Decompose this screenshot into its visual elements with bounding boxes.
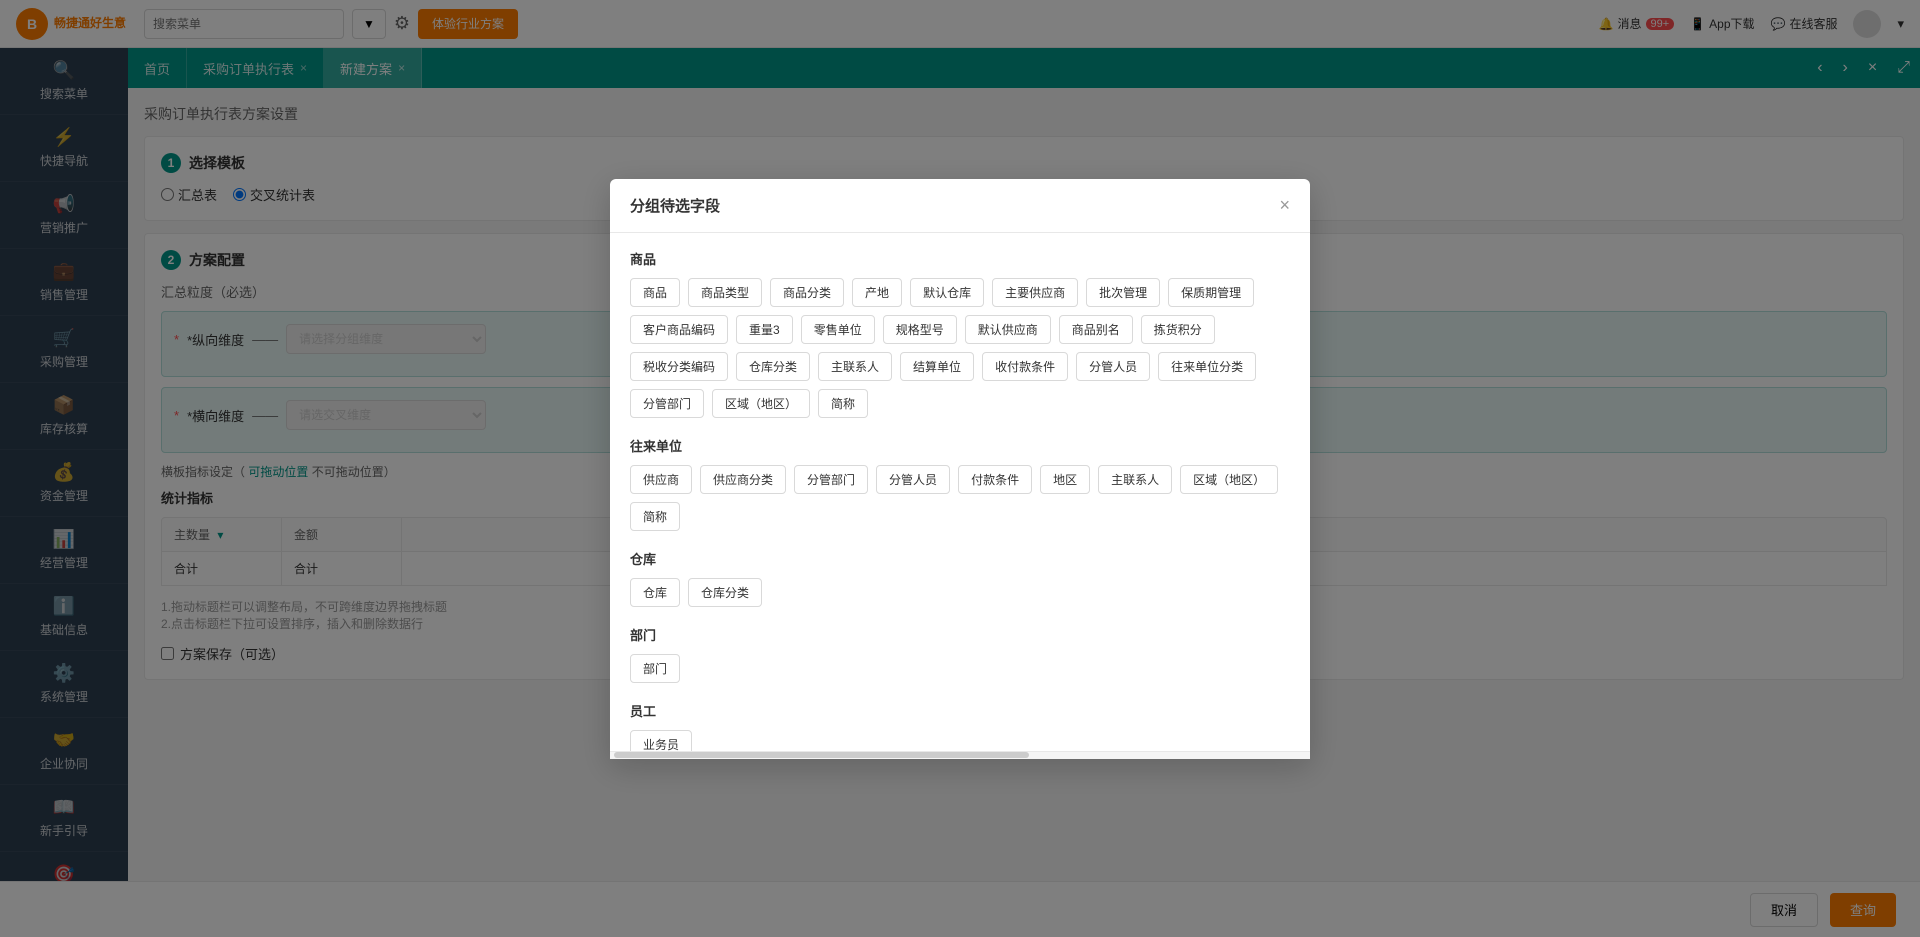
section-dept-title: 部门 (630, 625, 1290, 644)
field-tag-settlement-unit[interactable]: 结算单位 (900, 352, 974, 381)
field-tag-spec-model[interactable]: 规格型号 (883, 315, 957, 344)
field-tag-product-type[interactable]: 商品类型 (688, 278, 762, 307)
field-tag-batch-mgmt[interactable]: 批次管理 (1086, 278, 1160, 307)
section-product: 商品 商品 商品类型 商品分类 产地 默认仓库 主要供应商 批次管理 保质期管理… (630, 249, 1290, 418)
section-warehouse-title: 仓库 (630, 549, 1290, 568)
product-tags: 商品 商品类型 商品分类 产地 默认仓库 主要供应商 批次管理 保质期管理 客户… (630, 278, 1290, 418)
field-tag-warehouse-cat[interactable]: 仓库分类 (688, 578, 762, 607)
field-tag-main-supplier[interactable]: 主要供应商 (992, 278, 1078, 307)
modal: 分组待选字段 × 商品 商品 商品类型 商品分类 产地 默认仓库 主要供应商 批… (610, 179, 1310, 759)
field-tag-product[interactable]: 商品 (630, 278, 680, 307)
dept-tags: 部门 (630, 654, 1290, 683)
field-tag-counterparty-dept[interactable]: 分管部门 (794, 465, 868, 494)
field-tag-salesperson[interactable]: 业务员 (630, 730, 692, 751)
field-tag-region2[interactable]: 区域（地区） (1180, 465, 1278, 494)
field-tag-weight[interactable]: 重量3 (736, 315, 793, 344)
modal-horizontal-scrollbar[interactable] (610, 751, 1310, 759)
section-employee-title: 员工 (630, 701, 1290, 720)
field-tag-main-contact[interactable]: 主联系人 (818, 352, 892, 381)
field-tag-dept[interactable]: 分管部门 (630, 389, 704, 418)
employee-tags: 业务员 (630, 730, 1290, 751)
field-tag-department[interactable]: 部门 (630, 654, 680, 683)
modal-body: 商品 商品 商品类型 商品分类 产地 默认仓库 主要供应商 批次管理 保质期管理… (610, 233, 1310, 751)
field-tag-abbr2[interactable]: 简称 (630, 502, 680, 531)
field-tag-expiry-mgmt[interactable]: 保质期管理 (1168, 278, 1254, 307)
field-tag-supplier[interactable]: 供应商 (630, 465, 692, 494)
section-employee: 员工 业务员 (630, 701, 1290, 751)
section-counterparty-title: 往来单位 (630, 436, 1290, 455)
modal-header: 分组待选字段 × (610, 179, 1310, 233)
modal-title: 分组待选字段 (630, 195, 720, 216)
modal-close-button[interactable]: × (1279, 195, 1290, 216)
section-product-title: 商品 (630, 249, 1290, 268)
field-tag-supervisor[interactable]: 分管人员 (1076, 352, 1150, 381)
field-tag-tax-code[interactable]: 税收分类编码 (630, 352, 728, 381)
field-tag-area[interactable]: 地区 (1040, 465, 1090, 494)
field-tag-default-warehouse[interactable]: 默认仓库 (910, 278, 984, 307)
field-tag-product-alias[interactable]: 商品别名 (1059, 315, 1133, 344)
field-tag-origin[interactable]: 产地 (852, 278, 902, 307)
warehouse-tags: 仓库 仓库分类 (630, 578, 1290, 607)
field-tag-counterparty-category[interactable]: 往来单位分类 (1158, 352, 1256, 381)
field-tag-warehouse[interactable]: 仓库 (630, 578, 680, 607)
field-tag-pick-points[interactable]: 拣货积分 (1141, 315, 1215, 344)
field-tag-main-contact2[interactable]: 主联系人 (1098, 465, 1172, 494)
field-tag-abbr[interactable]: 简称 (818, 389, 868, 418)
field-tag-supplier-category[interactable]: 供应商分类 (700, 465, 786, 494)
field-tag-payment-cond[interactable]: 付款条件 (958, 465, 1032, 494)
section-dept: 部门 部门 (630, 625, 1290, 683)
counterparty-tags: 供应商 供应商分类 分管部门 分管人员 付款条件 地区 主联系人 区域（地区） … (630, 465, 1290, 531)
section-counterparty: 往来单位 供应商 供应商分类 分管部门 分管人员 付款条件 地区 主联系人 区域… (630, 436, 1290, 531)
modal-overlay: 分组待选字段 × 商品 商品 商品类型 商品分类 产地 默认仓库 主要供应商 批… (0, 0, 1920, 937)
field-tag-retail-unit[interactable]: 零售单位 (801, 315, 875, 344)
field-tag-warehouse-category[interactable]: 仓库分类 (736, 352, 810, 381)
field-tag-counterparty-supervisor[interactable]: 分管人员 (876, 465, 950, 494)
field-tag-customer-code[interactable]: 客户商品编码 (630, 315, 728, 344)
field-tag-product-category[interactable]: 商品分类 (770, 278, 844, 307)
field-tag-payment-terms[interactable]: 收付款条件 (982, 352, 1068, 381)
field-tag-default-supplier[interactable]: 默认供应商 (965, 315, 1051, 344)
hscroll-thumb[interactable] (614, 752, 1029, 758)
field-tag-region[interactable]: 区域（地区） (712, 389, 810, 418)
section-warehouse: 仓库 仓库 仓库分类 (630, 549, 1290, 607)
